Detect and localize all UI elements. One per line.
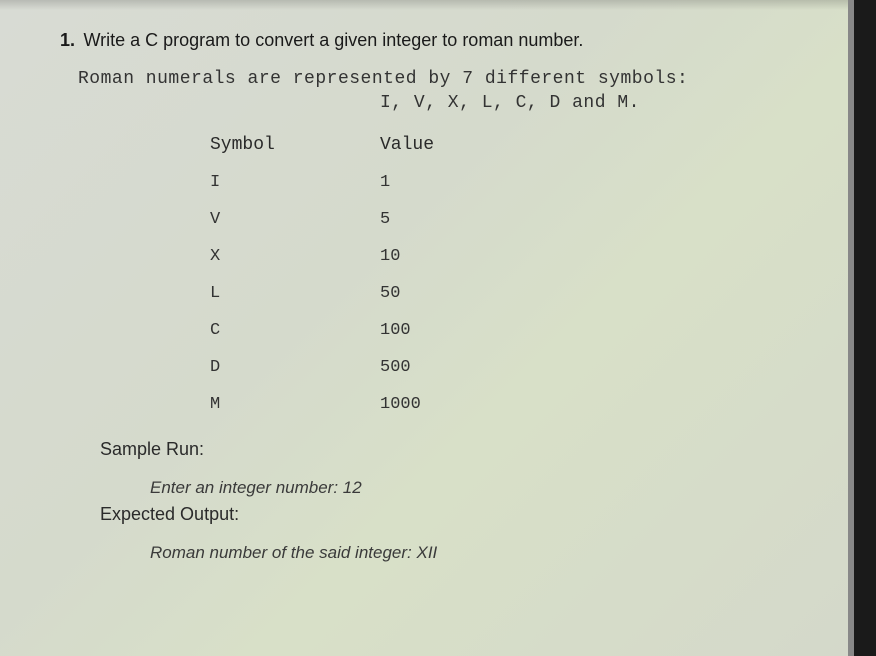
cell-value: 5 bbox=[380, 210, 480, 229]
cell-symbol: M bbox=[210, 395, 380, 414]
cell-symbol: V bbox=[210, 210, 380, 229]
cell-symbol: I bbox=[210, 173, 380, 192]
table-row: L 50 bbox=[210, 284, 826, 303]
table-row: V 5 bbox=[210, 210, 826, 229]
table-row: X 10 bbox=[210, 247, 826, 266]
cell-value: 500 bbox=[380, 358, 480, 377]
header-symbol: Symbol bbox=[210, 135, 380, 155]
question-number: 1. bbox=[60, 30, 75, 50]
document-page: 1. Write a C program to convert a given … bbox=[60, 30, 826, 563]
cell-value: 1000 bbox=[380, 395, 480, 414]
header-value: Value bbox=[380, 135, 480, 155]
cell-value: 10 bbox=[380, 247, 480, 266]
cell-symbol: L bbox=[210, 284, 380, 303]
screen-edge bbox=[848, 0, 876, 656]
symbol-table: Symbol Value I 1 V 5 X 10 L 50 C 100 D 5… bbox=[210, 135, 826, 414]
expected-output-label: Expected Output: bbox=[100, 504, 826, 525]
table-row: M 1000 bbox=[210, 395, 826, 414]
table-header-row: Symbol Value bbox=[210, 135, 826, 155]
table-row: D 500 bbox=[210, 358, 826, 377]
table-row: C 100 bbox=[210, 321, 826, 340]
cell-value: 1 bbox=[380, 173, 480, 192]
question-header: 1. Write a C program to convert a given … bbox=[60, 30, 826, 51]
cell-symbol: X bbox=[210, 247, 380, 266]
description-text: Roman numerals are represented by 7 diff… bbox=[78, 69, 826, 89]
sample-run-label: Sample Run: bbox=[100, 439, 826, 460]
cell-value: 50 bbox=[380, 284, 480, 303]
top-shadow bbox=[0, 0, 876, 10]
sample-output-line: Roman number of the said integer: XII bbox=[150, 543, 826, 563]
symbols-list: I, V, X, L, C, D and M. bbox=[380, 93, 826, 113]
cell-symbol: C bbox=[210, 321, 380, 340]
cell-value: 100 bbox=[380, 321, 480, 340]
table-row: I 1 bbox=[210, 173, 826, 192]
cell-symbol: D bbox=[210, 358, 380, 377]
question-text: Write a C program to convert a given int… bbox=[83, 30, 583, 50]
sample-input-line: Enter an integer number: 12 bbox=[150, 478, 826, 498]
